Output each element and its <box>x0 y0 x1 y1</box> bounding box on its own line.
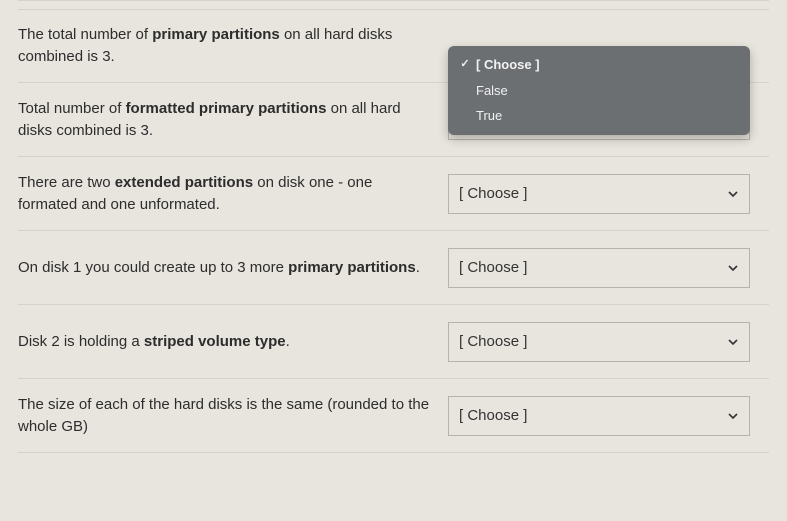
prompt-text: The size of each of the hard disks is th… <box>18 396 429 435</box>
prompt-bold: formatted primary partitions <box>126 100 327 117</box>
question-row: On disk 1 you could create up to 3 more … <box>18 231 769 305</box>
dropdown-option-true[interactable]: ✓ True <box>448 103 750 129</box>
question-prompt: The size of each of the hard disks is th… <box>18 394 448 438</box>
prompt-text: Disk 2 is holding a <box>18 333 144 350</box>
answer-select-wrap: [ Choose ] <box>448 174 750 214</box>
prompt-text: On disk 1 you could create up to 3 more <box>18 259 288 276</box>
question-row: The size of each of the hard disks is th… <box>18 379 769 453</box>
prompt-text: There are two <box>18 174 115 191</box>
select-value: [ Choose ] <box>459 407 527 424</box>
dropdown-option-label: [ Choose ] <box>476 56 540 74</box>
question-prompt: Disk 2 is holding a striped volume type. <box>18 331 448 353</box>
prompt-text: The total number of <box>18 26 152 43</box>
dropdown-option-false[interactable]: ✓ False <box>448 78 750 104</box>
question-list: The total number of primary partitions o… <box>0 0 787 453</box>
answer-select-wrap: [ Choose ] <box>448 248 750 288</box>
select-value: [ Choose ] <box>459 259 527 276</box>
chevron-down-icon <box>727 188 739 200</box>
question-prompt: There are two extended partitions on dis… <box>18 172 448 216</box>
prompt-text: . <box>286 333 290 350</box>
question-row: The total number of primary partitions o… <box>18 9 769 83</box>
question-prompt: Total number of formatted primary partit… <box>18 98 448 142</box>
check-icon: ✓ <box>458 57 472 72</box>
prompt-bold: primary partitions <box>152 26 280 43</box>
prompt-text: Total number of <box>18 100 126 117</box>
dropdown-option-label: True <box>476 107 502 125</box>
dropdown-option-choose[interactable]: ✓ [ Choose ] <box>448 52 750 78</box>
question-prompt: On disk 1 you could create up to 3 more … <box>18 257 448 279</box>
prompt-bold: primary partitions <box>288 259 416 276</box>
answer-select[interactable]: [ Choose ] <box>448 174 750 214</box>
prompt-bold: striped volume type <box>144 333 286 350</box>
question-row: There are two extended partitions on dis… <box>18 157 769 231</box>
prompt-bold: extended partitions <box>115 174 253 191</box>
prompt-text: . <box>416 259 420 276</box>
answer-select[interactable]: [ Choose ] <box>448 396 750 436</box>
question-row: Disk 2 is holding a striped volume type.… <box>18 305 769 379</box>
question-prompt: The total number of primary partitions o… <box>18 24 448 68</box>
answer-select[interactable]: [ Choose ] <box>448 322 750 362</box>
answer-dropdown-open[interactable]: ✓ [ Choose ] ✓ False ✓ True <box>448 46 750 135</box>
answer-select[interactable]: [ Choose ] <box>448 248 750 288</box>
divider <box>18 0 769 1</box>
answer-select-wrap: [ Choose ] <box>448 322 750 362</box>
answer-select-wrap: [ Choose ] <box>448 396 750 436</box>
dropdown-option-label: False <box>476 82 508 100</box>
chevron-down-icon <box>727 262 739 274</box>
select-value: [ Choose ] <box>459 333 527 350</box>
chevron-down-icon <box>727 410 739 422</box>
chevron-down-icon <box>727 336 739 348</box>
select-value: [ Choose ] <box>459 185 527 202</box>
